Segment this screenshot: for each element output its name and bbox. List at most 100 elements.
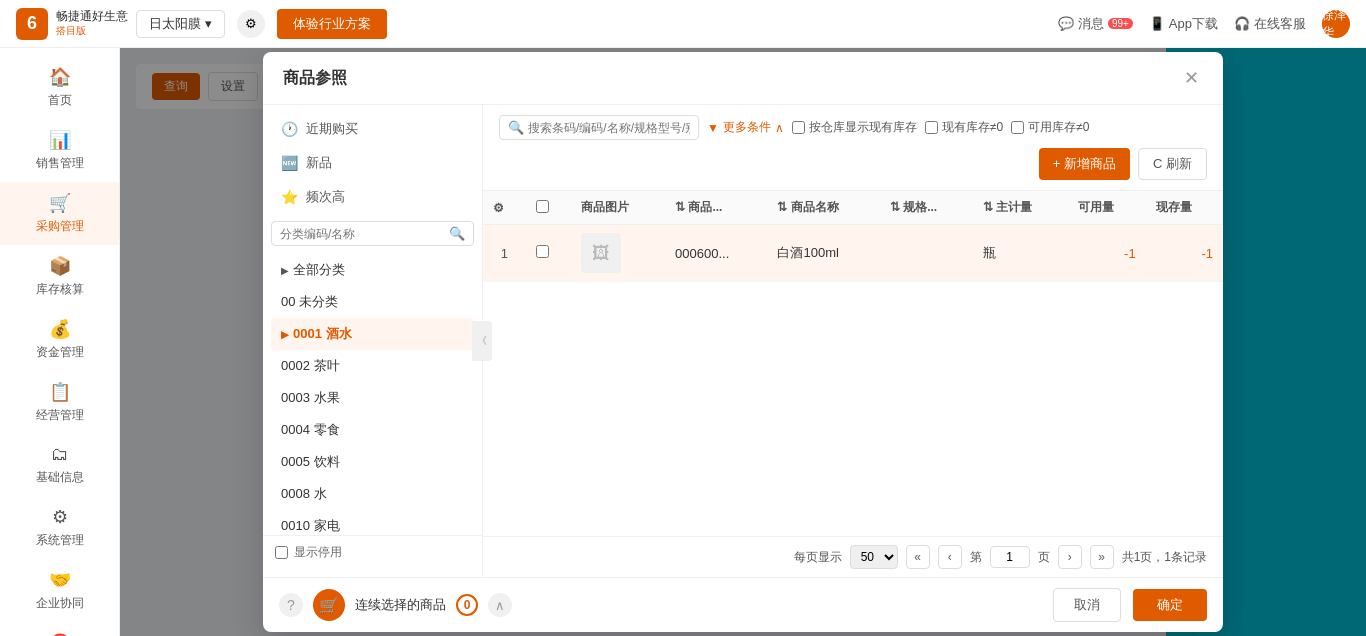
row-spec-cell <box>880 225 973 282</box>
table-header-row: ⚙ 商品图片 ⇅ 商品... <box>483 191 1223 225</box>
last-page-button[interactable]: » <box>1090 545 1114 569</box>
warehouse-stock-label: 按仓库显示现有库存 <box>809 119 917 136</box>
nonzero-stock-toggle[interactable]: 现有库存≠0 <box>925 119 1003 136</box>
sidebar-item-sales[interactable]: 📊 销售管理 <box>0 119 119 182</box>
modal-close-button[interactable]: ✕ <box>1179 66 1203 90</box>
exp-button[interactable]: 体验行业方案 <box>277 9 387 39</box>
col-code-header[interactable]: ⇅ 商品... <box>665 191 767 225</box>
tab-recent[interactable]: 🕐 近期购买 <box>271 113 474 145</box>
sidebar-item-purchase[interactable]: 🛒 采购管理 <box>0 182 119 245</box>
warehouse-stock-toggle[interactable]: 按仓库显示现有库存 <box>792 119 917 136</box>
tab-new-label: 新品 <box>306 154 332 172</box>
sidebar-home-label: 首页 <box>48 92 72 109</box>
table-row[interactable]: 1 🖼 000600... 白酒100ml 瓶 <box>483 225 1223 282</box>
col-settings[interactable]: ⚙ <box>483 191 526 225</box>
category-list: ▶ 全部分类 00 未分类 ▶ 0001 酒水 0002 茶 <box>263 254 482 535</box>
footer-collapse-button[interactable]: ∧ <box>488 593 512 617</box>
app-download-nav[interactable]: 📱 App下载 <box>1149 15 1218 33</box>
refresh-button[interactable]: C 刷新 <box>1138 148 1207 180</box>
col-unit-header[interactable]: ⇅ 主计量 <box>973 191 1069 225</box>
product-table: ⚙ 商品图片 ⇅ 商品... <box>483 191 1223 282</box>
cat-label-0005: 0005 饮料 <box>281 453 340 471</box>
select-all-checkbox[interactable] <box>536 200 549 213</box>
page-label: 第 <box>970 549 982 566</box>
confirm-button[interactable]: 确定 <box>1133 589 1207 621</box>
tab-frequent[interactable]: ⭐ 频次高 <box>271 181 474 213</box>
nonzero-stock-label: 现有库存≠0 <box>942 119 1003 136</box>
show-disabled-toggle[interactable]: 显示停用 <box>263 535 482 569</box>
row-checkbox[interactable] <box>536 245 549 258</box>
sidebar-item-system[interactable]: ⚙ 系统管理 <box>0 496 119 559</box>
next-page-button[interactable]: › <box>1058 545 1082 569</box>
sidebar-item-guide[interactable]: 🎯 新手引导 <box>0 622 119 636</box>
tab-frequent-label: 频次高 <box>306 188 345 206</box>
sidebar-item-operation[interactable]: 📋 经营管理 <box>0 371 119 434</box>
left-tabs: 🕐 近期购买 🆕 新品 ⭐ 频次高 <box>263 113 482 213</box>
logo: 6 畅捷通好生意 搭目版 <box>16 8 136 40</box>
available-nonzero-toggle[interactable]: 可用库存≠0 <box>1011 119 1089 136</box>
sidebar-item-finance[interactable]: 💰 资金管理 <box>0 308 119 371</box>
footer-left: ? 🛒 连续选择的商品 0 ∧ <box>279 589 1041 621</box>
cat-item-0002[interactable]: 0002 茶叶 <box>271 350 474 382</box>
product-search-box[interactable]: 🔍 <box>499 115 699 140</box>
sidebar-item-corp[interactable]: 🤝 企业协同 <box>0 559 119 622</box>
sidebar-item-home[interactable]: 🏠 首页 <box>0 56 119 119</box>
user-avatar[interactable]: 徐泽华 <box>1322 10 1350 38</box>
content-area: 查询 设置 刷新 商品参照 ✕ <box>120 48 1366 636</box>
cat-label-0003: 0003 水果 <box>281 389 340 407</box>
cat-item-00[interactable]: 00 未分类 <box>271 286 474 318</box>
nav-dropdown[interactable]: 日太阳膜 ▾ <box>136 10 225 38</box>
cart-icon: 🛒 <box>313 589 345 621</box>
tab-new[interactable]: 🆕 新品 <box>271 147 474 179</box>
category-search-box[interactable]: 🔍 <box>271 221 474 246</box>
help-button[interactable]: ? <box>279 593 303 617</box>
cancel-button[interactable]: 取消 <box>1053 588 1121 622</box>
available-nonzero-checkbox[interactable] <box>1011 121 1024 134</box>
col-name-header[interactable]: ⇅ 商品名称 <box>767 191 879 225</box>
cat-arrow-all: ▶ <box>281 265 289 276</box>
cat-label-0001: 0001 酒水 <box>293 325 352 343</box>
prev-page-button[interactable]: ‹ <box>938 545 962 569</box>
nonzero-stock-checkbox[interactable] <box>925 121 938 134</box>
search-icon2: 🔍 <box>508 120 524 135</box>
star-icon: ⭐ <box>281 189 298 205</box>
product-search-input[interactable] <box>528 121 690 135</box>
row-img-cell: 🖼 <box>571 225 665 282</box>
sidebar: 🏠 首页 📊 销售管理 🛒 采购管理 📦 库存核算 💰 资金管理 📋 经营管理 … <box>0 48 120 636</box>
sidebar-sales-label: 销售管理 <box>36 155 84 172</box>
category-search-input[interactable] <box>280 227 445 241</box>
guide-icon: 🎯 <box>49 632 71 636</box>
col-checkbox[interactable] <box>526 191 572 225</box>
more-filter-button[interactable]: ▼ 更多条件 ∧ <box>707 119 784 136</box>
cat-item-0005[interactable]: 0005 饮料 <box>271 446 474 478</box>
messages-nav[interactable]: 💬 消息 99+ <box>1058 15 1133 33</box>
first-page-button[interactable]: « <box>906 545 930 569</box>
sidebar-item-base[interactable]: 🗂 基础信息 <box>0 434 119 496</box>
settings-icon[interactable]: ⚙ <box>237 10 265 38</box>
page-input[interactable] <box>990 546 1030 568</box>
row-code-cell: 000600... <box>665 225 767 282</box>
cat-item-0004[interactable]: 0004 零食 <box>271 414 474 446</box>
sidebar-item-inventory[interactable]: 📦 库存核算 <box>0 245 119 308</box>
phone-icon: 📱 <box>1149 16 1165 31</box>
search-icon: 🔍 <box>449 226 465 241</box>
cat-item-0008[interactable]: 0008 水 <box>271 478 474 510</box>
messages-label: 消息 <box>1078 15 1104 33</box>
warehouse-stock-checkbox[interactable] <box>792 121 805 134</box>
message-badge: 99+ <box>1108 18 1133 29</box>
show-disabled-checkbox[interactable] <box>275 546 288 559</box>
add-product-button[interactable]: + 新增商品 <box>1039 148 1130 180</box>
online-service-nav[interactable]: 🎧 在线客服 <box>1234 15 1306 33</box>
cat-item-0001[interactable]: ▶ 0001 酒水 <box>271 318 474 350</box>
cat-item-0003[interactable]: 0003 水果 <box>271 382 474 414</box>
modal-footer: ? 🛒 连续选择的商品 0 ∧ 取消 确定 <box>263 577 1223 632</box>
col-spec-header[interactable]: ⇅ 规格... <box>880 191 973 225</box>
cat-item-all[interactable]: ▶ 全部分类 <box>271 254 474 286</box>
row-checkbox-cell[interactable] <box>526 225 572 282</box>
cat-item-0010[interactable]: 0010 家电 <box>271 510 474 535</box>
main-layout: 🏠 首页 📊 销售管理 🛒 采购管理 📦 库存核算 💰 资金管理 📋 经营管理 … <box>0 48 1366 636</box>
cat-label-0010: 0010 家电 <box>281 517 340 535</box>
per-page-select[interactable]: 50 <box>850 545 898 569</box>
chevron-left-icon: 《 <box>477 334 487 348</box>
left-panel-collapse-button[interactable]: 《 <box>472 321 492 361</box>
